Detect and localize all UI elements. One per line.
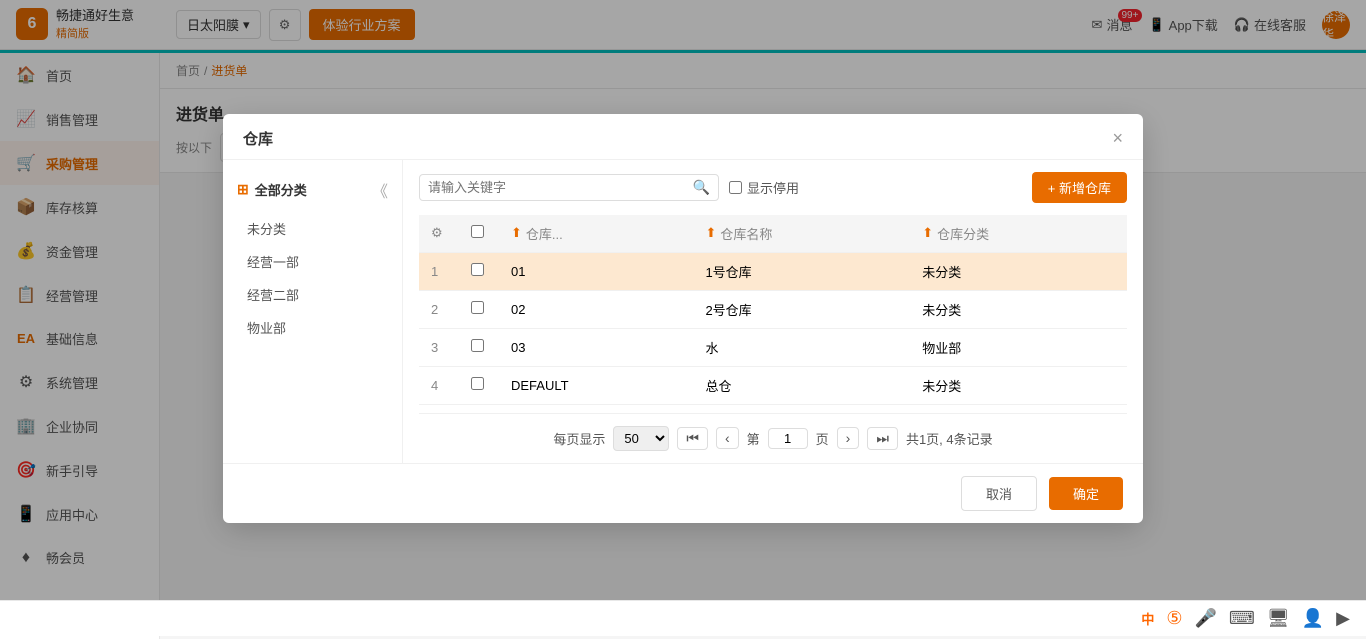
per-page-label: 每页显示: [553, 429, 605, 448]
row-category-3: 物业部: [910, 328, 1127, 366]
last-page-button[interactable]: ⏭: [867, 427, 898, 450]
page-number-input[interactable]: [768, 428, 808, 449]
row-name-3: 水: [693, 328, 910, 366]
collapse-category-button[interactable]: 《: [372, 178, 388, 202]
category-item-property[interactable]: 物业部: [223, 311, 402, 344]
category-item-ops1[interactable]: 经营一部: [223, 245, 402, 278]
row-num: 2: [419, 290, 459, 328]
th-name: ⬆ 仓库名称: [693, 215, 910, 253]
search-box: 🔍: [419, 174, 719, 201]
bottom-icon-monitor[interactable]: 🖥: [1267, 608, 1290, 629]
table-row[interactable]: 3 03 水 物业部: [419, 328, 1127, 366]
modal-header: 仓库 ×: [223, 114, 1143, 160]
per-page-select[interactable]: 50 100: [613, 426, 669, 451]
warehouse-table: ⚙ ⬆ 仓库... ⬆: [419, 215, 1127, 405]
modal-table-panel: 🔍 显示停用 + 新增仓库 ⚙: [403, 160, 1143, 463]
row-num: 3: [419, 328, 459, 366]
table-row[interactable]: 4 DEFAULT 总仓 未分类: [419, 366, 1127, 404]
row-num: 1: [419, 252, 459, 290]
th-settings: ⚙: [419, 215, 459, 253]
confirm-button[interactable]: 确定: [1049, 477, 1123, 510]
bottom-bar: 中 ⑤ 🎤 ⌨ 🖥 👤 ▶: [0, 600, 1366, 636]
add-warehouse-button[interactable]: + 新增仓库: [1032, 172, 1127, 203]
category-all-label: 全部分类: [255, 180, 307, 199]
row-checkbox-4[interactable]: [459, 366, 499, 404]
modal-category-panel: ⊞ 全部分类 《 未分类 经营一部 经营二部 物业部: [223, 160, 403, 463]
bottom-icon-zh[interactable]: 中: [1141, 609, 1154, 628]
row-name-2: 2号仓库: [693, 290, 910, 328]
row-checkbox-1[interactable]: [459, 252, 499, 290]
prev-page-button[interactable]: ‹: [716, 427, 739, 449]
row-code-1: 01: [499, 252, 693, 290]
show-disabled-label[interactable]: 显示停用: [729, 178, 799, 197]
show-disabled-checkbox[interactable]: [729, 181, 742, 194]
category-item-uncategorized[interactable]: 未分类: [223, 212, 402, 245]
sort-icon-name: ⬆: [705, 225, 716, 241]
warehouse-modal: 仓库 × ⊞ 全部分类 《 未分类 经营一部: [223, 114, 1143, 523]
page-label: 第: [747, 429, 760, 448]
table-row[interactable]: 2 02 2号仓库 未分类: [419, 290, 1127, 328]
row-code-2: 02: [499, 290, 693, 328]
settings-col-icon: ⚙: [431, 225, 443, 240]
bottom-icon-play[interactable]: ▶: [1336, 608, 1350, 629]
bottom-icon-keyboard[interactable]: ⌨: [1229, 608, 1255, 629]
category-item-ops2[interactable]: 经营二部: [223, 278, 402, 311]
grid-icon: ⊞: [237, 181, 249, 198]
modal-backdrop: 仓库 × ⊞ 全部分类 《 未分类 经营一部: [0, 0, 1366, 636]
table-container: ⚙ ⬆ 仓库... ⬆: [419, 215, 1127, 405]
first-page-button[interactable]: ⏮: [677, 427, 708, 450]
modal-body: ⊞ 全部分类 《 未分类 经营一部 经营二部 物业部: [223, 160, 1143, 463]
search-input[interactable]: [428, 180, 687, 195]
table-header-row: ⚙ ⬆ 仓库... ⬆: [419, 215, 1127, 253]
th-code: ⬆ 仓库...: [499, 215, 693, 253]
pagination: 每页显示 50 100 ⏮ ‹ 第 页 › ⏭ 共1页, 4条记录: [419, 413, 1127, 463]
modal-close-button[interactable]: ×: [1112, 129, 1123, 147]
modal-footer: 取消 确定: [223, 463, 1143, 523]
row-category-1: 未分类: [910, 252, 1127, 290]
sort-icon-code: ⬆: [511, 225, 522, 241]
next-page-button[interactable]: ›: [837, 427, 860, 449]
row-name-4: 总仓: [693, 366, 910, 404]
row-num: 4: [419, 366, 459, 404]
cancel-button[interactable]: 取消: [961, 476, 1037, 511]
row-category-2: 未分类: [910, 290, 1127, 328]
row-name-1: 1号仓库: [693, 252, 910, 290]
bottom-icon-s[interactable]: ⑤: [1166, 608, 1182, 629]
row-code-3: 03: [499, 328, 693, 366]
row-checkbox-3[interactable]: [459, 328, 499, 366]
row-category-4: 未分类: [910, 366, 1127, 404]
modal-title: 仓库: [243, 128, 273, 149]
bottom-icon-mic[interactable]: 🎤: [1194, 608, 1216, 629]
page-summary: 共1页, 4条记录: [906, 429, 993, 448]
th-checkbox: [459, 215, 499, 253]
category-header: ⊞ 全部分类 《: [223, 172, 402, 212]
sort-icon-category: ⬆: [922, 225, 933, 241]
th-category: ⬆ 仓库分类: [910, 215, 1127, 253]
page-unit: 页: [816, 429, 829, 448]
table-row[interactable]: 1 01 1号仓库 未分类: [419, 252, 1127, 290]
bottom-icon-user[interactable]: 👤: [1302, 608, 1324, 629]
row-code-4: DEFAULT: [499, 366, 693, 404]
search-icon[interactable]: 🔍: [693, 179, 710, 196]
category-all[interactable]: ⊞ 全部分类: [237, 180, 307, 199]
modal-toolbar: 🔍 显示停用 + 新增仓库: [419, 172, 1127, 203]
row-checkbox-2[interactable]: [459, 290, 499, 328]
select-all-checkbox[interactable]: [471, 225, 484, 238]
